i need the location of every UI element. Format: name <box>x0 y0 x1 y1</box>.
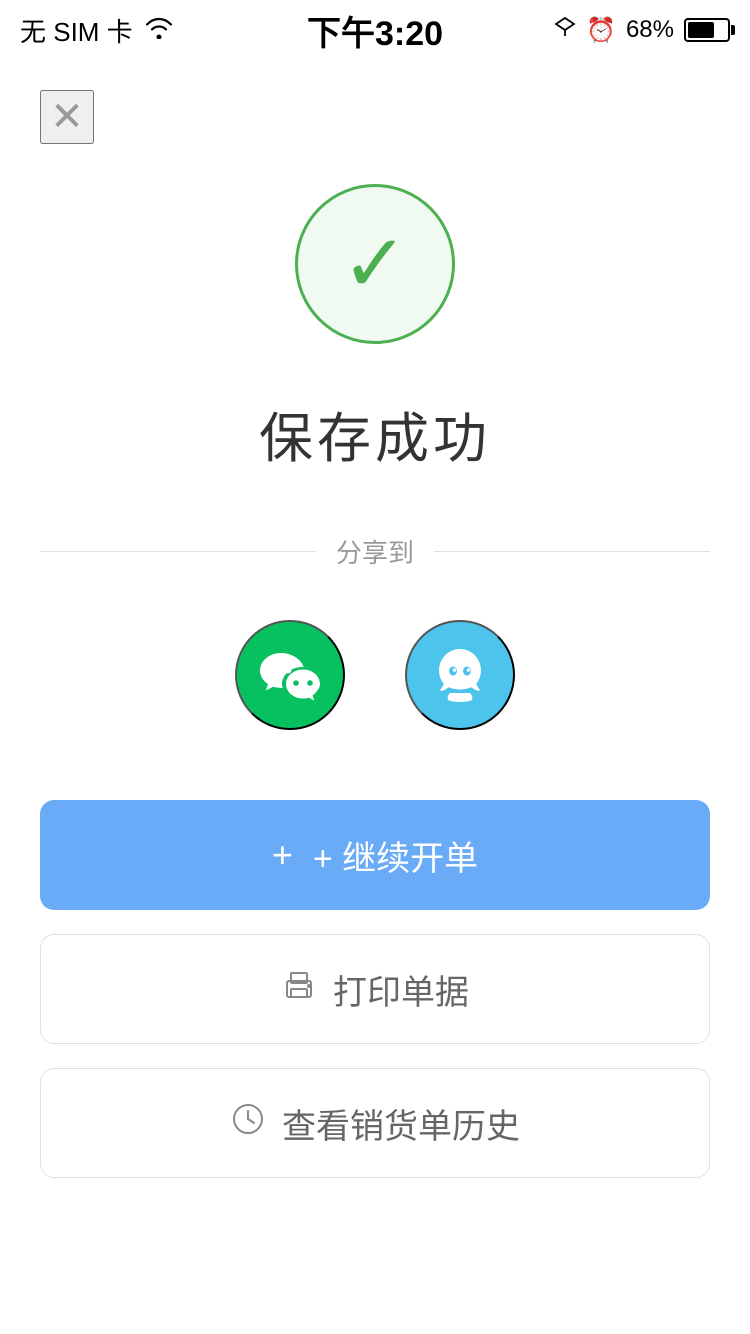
status-left: 无 SIM 卡 <box>20 12 173 49</box>
time-display: 下午3:20 <box>307 6 443 55</box>
printer-icon <box>281 967 317 1012</box>
location-icon <box>554 16 576 45</box>
share-divider: 分享到 <box>40 533 710 570</box>
battery-icon <box>684 18 730 42</box>
qq-share-button[interactable] <box>405 620 515 730</box>
wifi-icon <box>145 15 173 46</box>
history-button[interactable]: 查看销货单历史 <box>40 1068 710 1178</box>
plus-icon: + <box>272 834 293 876</box>
main-content: ✕ ✓ 保存成功 分享到 <box>0 60 750 1218</box>
status-bar: 无 SIM 卡 下午3:20 ⏰ 68% <box>0 0 750 60</box>
history-label: 查看销货单历史 <box>282 1099 520 1148</box>
clock-icon <box>230 1101 266 1146</box>
checkmark-icon: ✓ <box>341 224 408 304</box>
alarm-icon: ⏰ <box>586 16 616 45</box>
wechat-icon <box>256 641 324 709</box>
battery-percent: 68% <box>626 16 674 44</box>
print-label: 打印单据 <box>333 965 469 1014</box>
close-button[interactable]: ✕ <box>40 90 94 144</box>
print-button[interactable]: 打印单据 <box>40 934 710 1044</box>
continue-label: + 继续开单 <box>313 831 478 880</box>
divider-left <box>40 551 316 552</box>
share-label: 分享到 <box>336 533 414 570</box>
no-sim-label: 无 SIM 卡 <box>20 12 133 49</box>
success-title: 保存成功 <box>259 394 491 473</box>
status-right: ⏰ 68% <box>554 16 730 45</box>
divider-right <box>434 551 710 552</box>
action-buttons: + + 继续开单 打印单据 <box>40 800 710 1178</box>
qq-icon <box>426 641 494 709</box>
close-icon: ✕ <box>50 97 84 137</box>
share-icons <box>235 620 515 730</box>
continue-button[interactable]: + + 继续开单 <box>40 800 710 910</box>
success-circle: ✓ <box>295 184 455 344</box>
wechat-share-button[interactable] <box>235 620 345 730</box>
